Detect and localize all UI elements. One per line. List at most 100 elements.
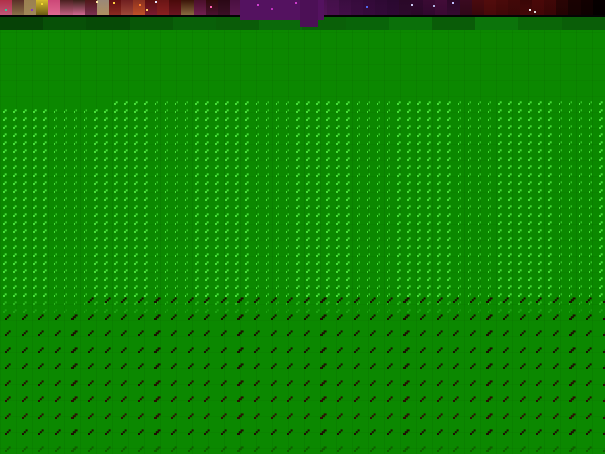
dot-pixel [275,263,278,265]
dash-pixel [5,350,8,353]
dot-pixel [235,247,237,249]
dot-pixel [346,151,349,153]
dot-pixel [255,143,258,145]
dash-pixel [71,433,74,436]
dot-pixel [205,271,207,273]
dot-pixel [104,279,106,281]
dash-pixel [71,449,74,452]
dot-pixel [3,159,5,161]
dash-pixel [436,400,439,403]
dot-pixel [326,175,328,177]
dot-pixel [215,263,217,265]
dot-pixel [53,175,56,177]
dot-pixel [134,111,136,113]
dot-pixel [356,127,359,129]
dot-pixel [225,151,227,153]
dot-pixel [184,303,187,305]
dot-pixel [114,143,116,145]
dot-pixel [53,167,56,169]
dot-pixel [356,271,359,273]
dot-pixel [306,119,308,121]
dash-pixel [469,334,472,337]
dash-pixel [552,334,555,337]
dash-pixel [121,301,124,304]
dot-pixel [215,223,217,225]
dot-pixel [13,207,15,209]
dot-pixel [3,111,5,113]
dot-pixel [467,271,470,273]
dot-pixel [164,143,167,145]
dot-pixel [316,143,318,145]
dot-pixel [215,231,217,233]
dot-pixel [336,175,338,177]
dash-pixel [586,301,589,304]
dot-pixel [356,223,359,225]
dot-pixel [487,167,490,169]
dash-pixel [536,350,539,353]
dot-pixel [437,151,439,153]
dot-pixel [194,231,197,233]
dot-pixel [396,183,399,185]
dot-pixel [528,207,530,209]
dot-pixel [306,287,308,289]
dot-pixel [568,295,571,297]
dash-pixel [137,350,140,353]
dash-pixel [569,334,572,337]
dot-pixel [548,279,551,281]
dot-pixel [164,199,167,201]
dash-pixel [38,383,41,386]
dot-pixel [356,167,359,169]
dot-pixel [174,263,177,265]
dot-pixel [235,199,237,201]
dash-pixel [21,416,24,419]
dot-pixel [568,151,571,153]
dot-pixel [346,119,349,121]
dot-pixel [174,223,177,225]
dot-pixel [23,111,25,113]
dot-pixel [235,111,237,113]
noise-block [338,0,351,15]
noise-block [48,0,61,15]
dot-pixel [245,167,248,169]
dot-pixel [508,119,510,121]
dot-pixel [194,191,197,193]
dash-pixel [453,416,456,419]
dot-pixel [265,159,268,161]
dot-pixel [255,215,258,217]
dot-pixel [548,223,551,225]
dot-pixel [265,191,268,193]
dark-green-block [345,17,389,30]
dot-pixel [447,311,450,313]
noise-speck [271,8,273,10]
dot-pixel [63,247,66,249]
dot-pixel [295,247,298,249]
dot-pixel [43,287,46,289]
dash-pixel [337,416,340,419]
dot-pixel [407,223,409,225]
dot-pixel [548,127,551,129]
dot-pixel [407,183,409,185]
dot-pixel [427,135,429,137]
dot-pixel [114,207,116,209]
dot-pixel [518,143,520,145]
dash-pixel [303,400,306,403]
dot-pixel [336,119,338,121]
dot-pixel [417,135,419,137]
dot-pixel [295,103,298,105]
dot-pixel [114,167,116,169]
dash-pixel [320,400,323,403]
dot-pixel [245,143,248,145]
dot-pixel [518,303,520,305]
dot-pixel [3,223,5,225]
dot-pixel [306,295,308,297]
dot-pixel [366,271,369,273]
dot-pixel [174,135,177,137]
dot-pixel [396,279,399,281]
dash-pixel [403,416,406,419]
noise-speck [113,2,115,4]
dot-pixel [265,231,268,233]
dash-pixel [486,449,489,452]
dot-pixel [578,103,581,105]
dot-pixel [316,191,318,193]
dot-pixel [275,239,278,241]
